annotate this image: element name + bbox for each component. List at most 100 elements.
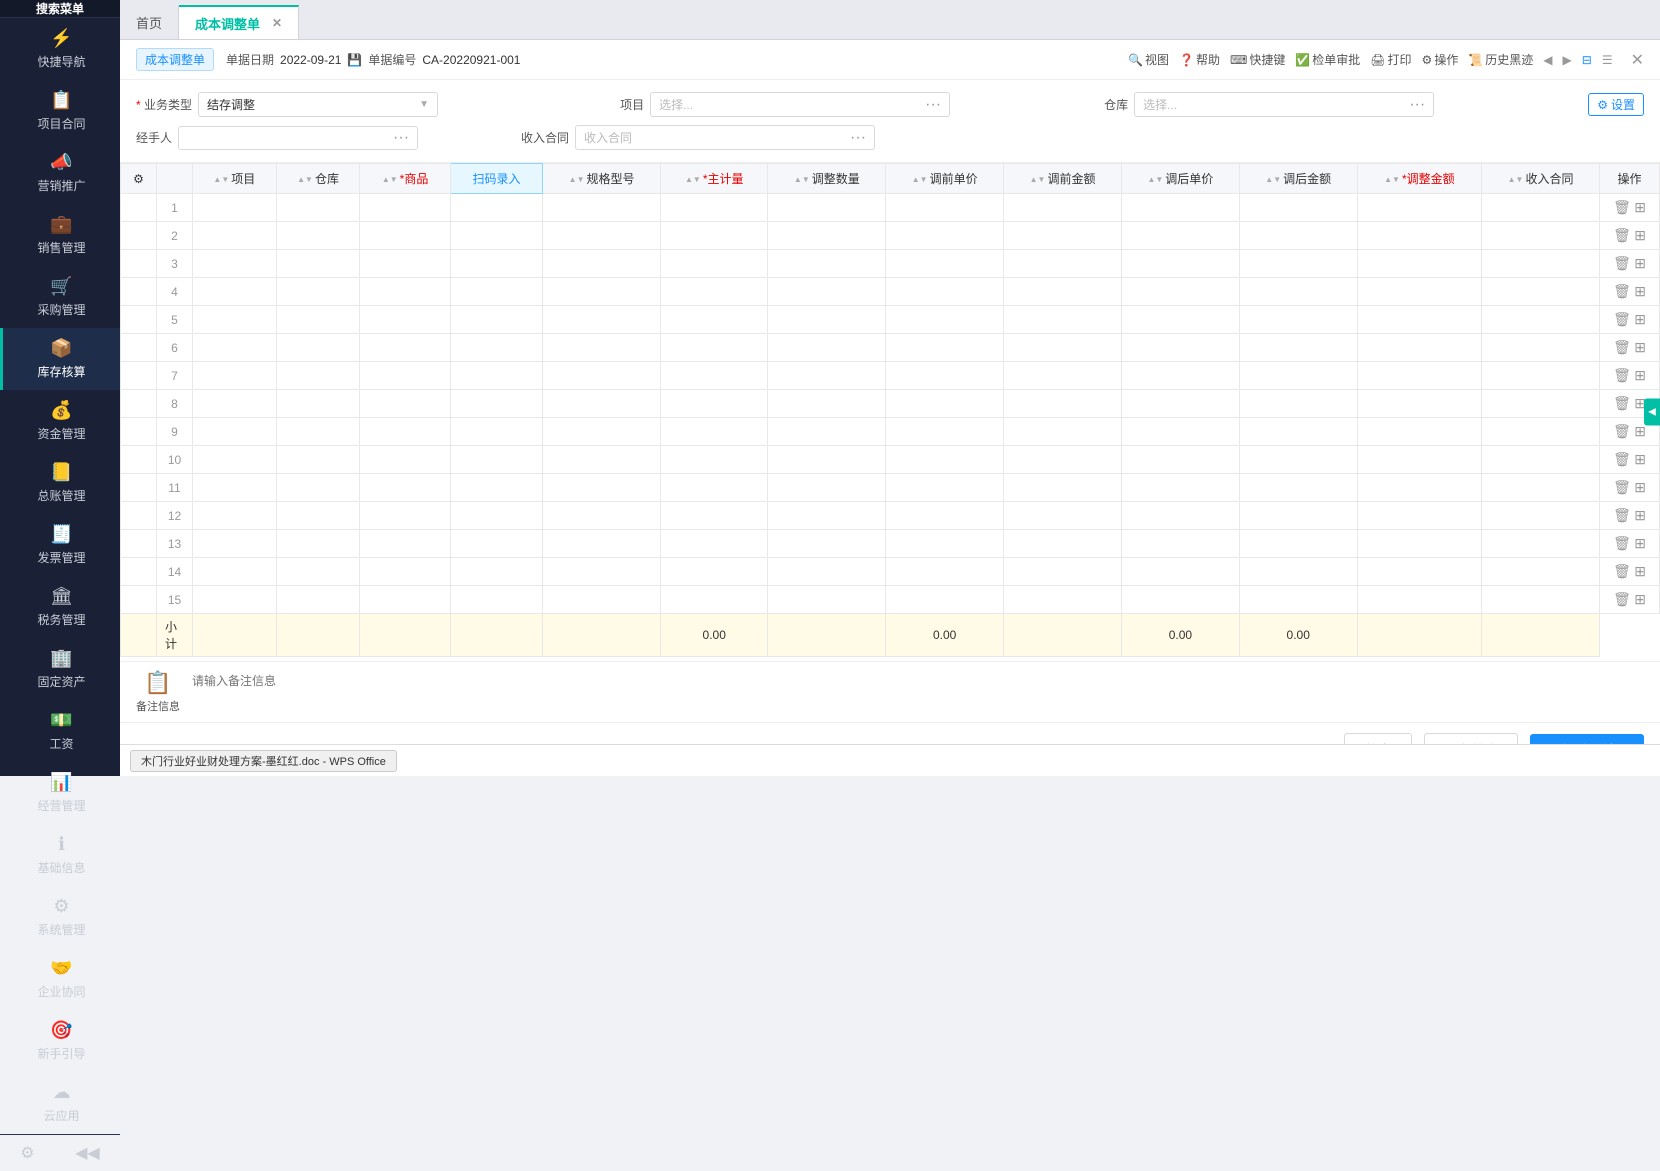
row-after-amount-5[interactable] <box>1239 306 1357 334</box>
tab-home[interactable]: 首页 <box>120 5 179 39</box>
row-copy-icon-15[interactable]: ⊞ <box>1634 591 1646 607</box>
row-scan-6[interactable] <box>450 334 542 362</box>
row-after-unit-price-5[interactable] <box>1121 306 1239 334</box>
row-prev-amount-2[interactable] <box>1004 222 1122 250</box>
row-product-5[interactable] <box>360 306 450 334</box>
income-contract-input[interactable]: 收入合同 ··· <box>575 125 875 150</box>
row-adj-amount-14[interactable] <box>1357 558 1481 586</box>
collapse-icon[interactable]: ◀◀ <box>75 1143 100 1163</box>
row-after-unit-price-4[interactable] <box>1121 278 1239 306</box>
row-after-amount-15[interactable] <box>1239 586 1357 614</box>
row-spec-6[interactable] <box>543 334 661 362</box>
row-prev-amount-1[interactable] <box>1004 194 1122 222</box>
row-adj-amount-8[interactable] <box>1357 390 1481 418</box>
row-adj-qty-7[interactable] <box>768 362 886 390</box>
row-warehouse-7[interactable] <box>276 362 360 390</box>
row-after-amount-12[interactable] <box>1239 502 1357 530</box>
row-adj-amount-2[interactable] <box>1357 222 1481 250</box>
col-spec-type[interactable]: ▲▼规格型号 <box>543 164 661 194</box>
action-shortcuts[interactable]: ⌨ 快捷键 <box>1230 51 1285 68</box>
sidebar-item-sales-mgmt[interactable]: 💼销售管理 <box>0 204 120 266</box>
row-prev-amount-14[interactable] <box>1004 558 1122 586</box>
row-prev-unit-price-4[interactable] <box>886 278 1004 306</box>
layout-icon-grid[interactable]: ⊟ <box>1582 53 1592 67</box>
row-prev-amount-13[interactable] <box>1004 530 1122 558</box>
row-scan-5[interactable] <box>450 306 542 334</box>
row-adj-qty-10[interactable] <box>768 446 886 474</box>
row-adj-amount-11[interactable] <box>1357 474 1481 502</box>
row-prev-unit-price-2[interactable] <box>886 222 1004 250</box>
row-unit-12[interactable] <box>661 502 768 530</box>
row-income-contract-8[interactable] <box>1482 390 1600 418</box>
row-copy-icon-1[interactable]: ⊞ <box>1634 199 1646 215</box>
sidebar-item-invoice-mgmt[interactable]: 🧾发票管理 <box>0 514 120 576</box>
nav-next-icon[interactable]: ▶ <box>1563 53 1572 67</box>
row-unit-13[interactable] <box>661 530 768 558</box>
row-after-amount-4[interactable] <box>1239 278 1357 306</box>
row-unit-1[interactable] <box>661 194 768 222</box>
row-delete-icon-2[interactable]: 🗑 <box>1613 227 1631 243</box>
col-warehouse[interactable]: ▲▼仓库 <box>276 164 360 194</box>
row-product-2[interactable] <box>360 222 450 250</box>
row-scan-9[interactable] <box>450 418 542 446</box>
action-view[interactable]: 🔍 视图 <box>1128 51 1169 68</box>
sidebar-item-new-guide[interactable]: 🎯新手引导 <box>0 1010 120 1072</box>
row-prev-amount-12[interactable] <box>1004 502 1122 530</box>
row-unit-15[interactable] <box>661 586 768 614</box>
row-project-4[interactable] <box>193 278 277 306</box>
row-income-contract-6[interactable] <box>1482 334 1600 362</box>
row-unit-9[interactable] <box>661 418 768 446</box>
row-product-14[interactable] <box>360 558 450 586</box>
row-delete-icon-14[interactable]: 🗑 <box>1613 563 1631 579</box>
row-adj-qty-12[interactable] <box>768 502 886 530</box>
row-prev-unit-price-3[interactable] <box>886 250 1004 278</box>
row-after-amount-13[interactable] <box>1239 530 1357 558</box>
row-after-amount-8[interactable] <box>1239 390 1357 418</box>
warehouse-input[interactable]: 选择... ··· <box>1134 92 1434 117</box>
row-income-contract-7[interactable] <box>1482 362 1600 390</box>
col-adj-amount[interactable]: ▲▼*调整金额 <box>1357 164 1481 194</box>
row-delete-icon-7[interactable]: 🗑 <box>1613 367 1631 383</box>
row-income-contract-4[interactable] <box>1482 278 1600 306</box>
row-product-1[interactable] <box>360 194 450 222</box>
row-project-5[interactable] <box>193 306 277 334</box>
project-input[interactable]: 选择... ··· <box>650 92 950 117</box>
row-after-amount-7[interactable] <box>1239 362 1357 390</box>
row-spec-14[interactable] <box>543 558 661 586</box>
row-after-unit-price-7[interactable] <box>1121 362 1239 390</box>
row-spec-8[interactable] <box>543 390 661 418</box>
row-warehouse-9[interactable] <box>276 418 360 446</box>
action-print[interactable]: 🖨 打印 <box>1370 51 1411 68</box>
action-history[interactable]: 📜 历史黑迹 <box>1468 51 1533 68</box>
row-after-unit-price-2[interactable] <box>1121 222 1239 250</box>
row-after-amount-3[interactable] <box>1239 250 1357 278</box>
row-spec-10[interactable] <box>543 446 661 474</box>
row-product-6[interactable] <box>360 334 450 362</box>
row-adj-amount-4[interactable] <box>1357 278 1481 306</box>
row-unit-10[interactable] <box>661 446 768 474</box>
row-adj-amount-3[interactable] <box>1357 250 1481 278</box>
row-prev-unit-price-10[interactable] <box>886 446 1004 474</box>
row-spec-4[interactable] <box>543 278 661 306</box>
row-scan-12[interactable] <box>450 502 542 530</box>
row-income-contract-13[interactable] <box>1482 530 1600 558</box>
row-product-10[interactable] <box>360 446 450 474</box>
row-prev-amount-7[interactable] <box>1004 362 1122 390</box>
row-after-amount-1[interactable] <box>1239 194 1357 222</box>
row-warehouse-11[interactable] <box>276 474 360 502</box>
row-adj-qty-9[interactable] <box>768 418 886 446</box>
row-copy-icon-11[interactable]: ⊞ <box>1634 479 1646 495</box>
row-product-11[interactable] <box>360 474 450 502</box>
row-prev-unit-price-13[interactable] <box>886 530 1004 558</box>
col-prev-amount[interactable]: ▲▼调前金额 <box>1004 164 1122 194</box>
row-after-unit-price-10[interactable] <box>1121 446 1239 474</box>
action-check[interactable]: ✅ 检单审批 <box>1295 51 1360 68</box>
row-warehouse-13[interactable] <box>276 530 360 558</box>
row-project-10[interactable] <box>193 446 277 474</box>
row-product-12[interactable] <box>360 502 450 530</box>
sidebar-item-finance-mgmt[interactable]: 💰资金管理 <box>0 390 120 452</box>
row-copy-icon-4[interactable]: ⊞ <box>1634 283 1646 299</box>
row-after-unit-price-8[interactable] <box>1121 390 1239 418</box>
row-product-3[interactable] <box>360 250 450 278</box>
row-spec-1[interactable] <box>543 194 661 222</box>
